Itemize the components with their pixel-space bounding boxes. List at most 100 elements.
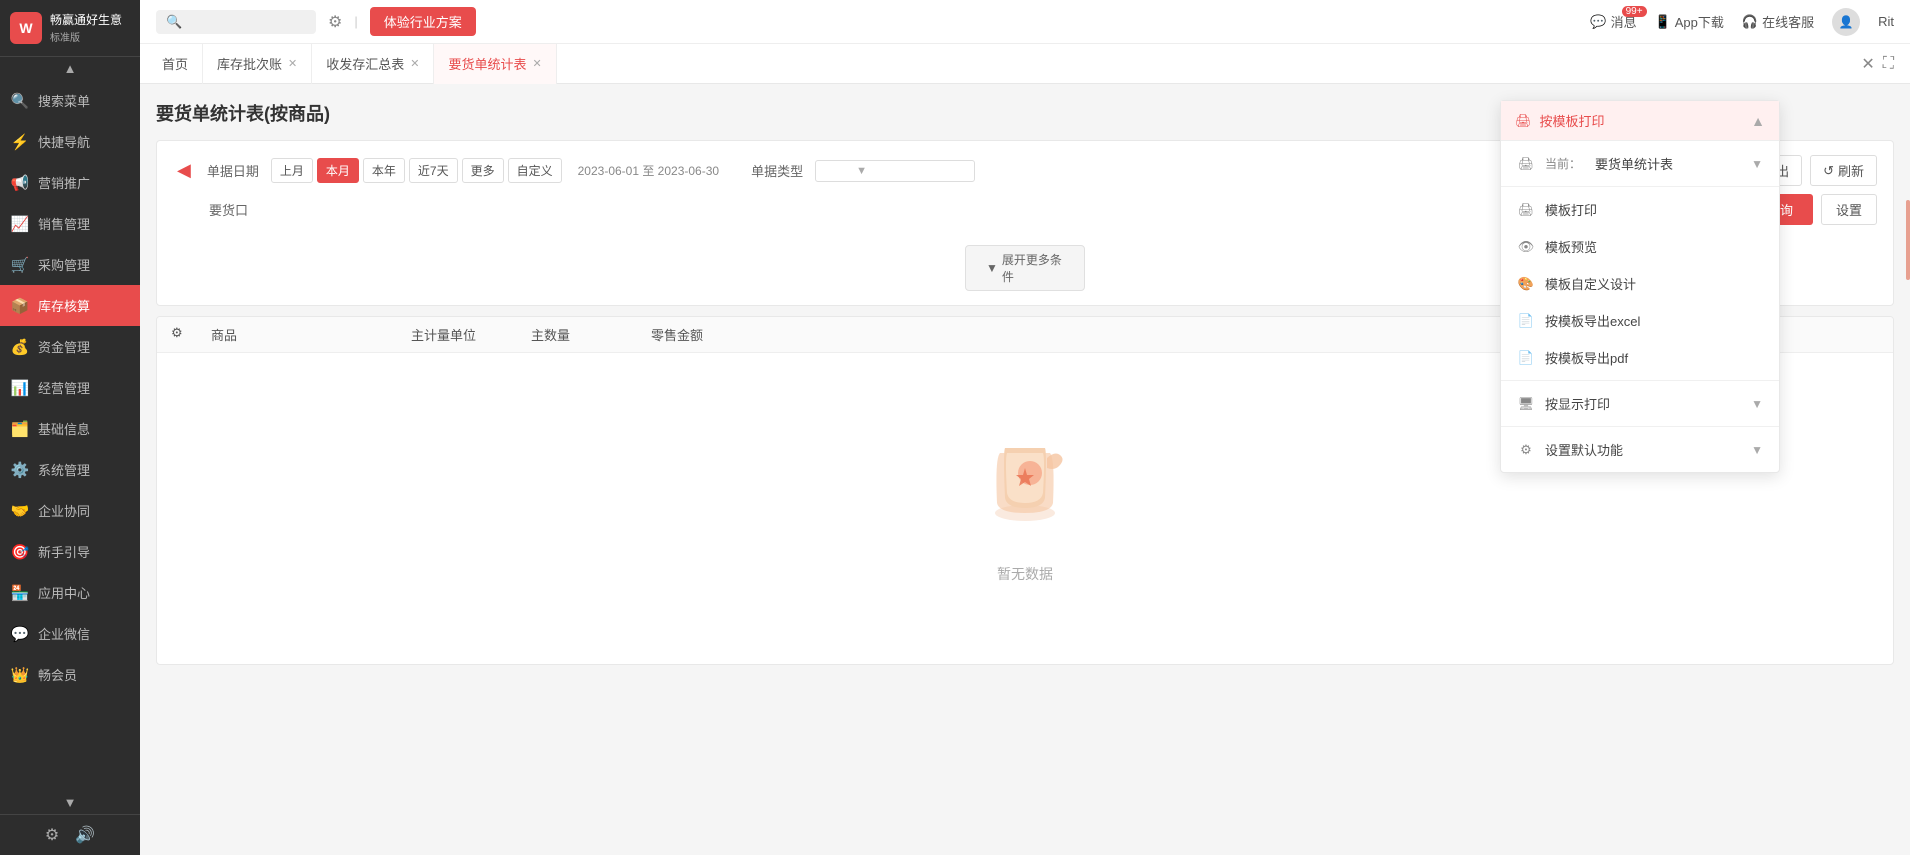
sidebar-item-system[interactable]: ⚙️ 系统管理	[0, 449, 140, 490]
sidebar-item-finance[interactable]: 💰 资金管理	[0, 326, 140, 367]
online-service-label: 在线客服	[1762, 12, 1814, 31]
user-avatar[interactable]: 👤	[1832, 8, 1860, 36]
date-btn-this-month[interactable]: 本月	[317, 158, 359, 183]
tab-order-summary[interactable]: 要货单统计表 ✕	[434, 44, 556, 84]
sidebar-item-label-finance: 资金管理	[38, 337, 90, 356]
dropdown-item-template-pdf[interactable]: 📄 按模板导出pdf	[1501, 339, 1779, 376]
sidebar-bottom: ⚙ 🔊	[0, 814, 140, 855]
tab-maximize-icon[interactable]: ⛶	[1883, 55, 1894, 73]
settings-bottom-icon[interactable]: ⚙	[45, 825, 59, 845]
tabs-bar: 首页 库存批次账 ✕ 收发存汇总表 ✕ 要货单统计表 ✕ ✕ ⛶	[140, 44, 1910, 84]
tab-home[interactable]: 首页	[148, 44, 203, 84]
order-type-select[interactable]: ▼	[815, 160, 975, 182]
messages-btn[interactable]: 💬 消息 99+	[1590, 12, 1636, 31]
wechat-nav-icon: 💬	[10, 625, 30, 643]
sidebar-item-label-purchase: 采购管理	[38, 255, 90, 274]
filter-yaohuotype-label: 要货口	[209, 200, 248, 219]
avatar-icon: 👤	[1839, 15, 1854, 29]
sidebar-item-basic[interactable]: 🗂️ 基础信息	[0, 408, 140, 449]
sidebar-logo: W 畅赢通好生意 标准版	[0, 0, 140, 57]
sidebar: W 畅赢通好生意 标准版 ▲ 🔍 搜索菜单 ⚡ 快捷导航 📢 营销推广 📈 销售…	[0, 0, 140, 855]
current-template-prefix: 当前：	[1545, 155, 1581, 172]
topbar-right: 💬 消息 99+ 📱 App下载 🎧 在线客服 👤 Rit	[1590, 8, 1894, 36]
app-download-label: App下载	[1675, 12, 1724, 31]
sidebar-item-member[interactable]: 👑 畅会员	[0, 654, 140, 695]
dropdown-item-template-print[interactable]: 🖨 模板打印	[1501, 191, 1779, 228]
app-logo-icon: W	[10, 12, 42, 44]
template-print-label: 模板打印	[1545, 200, 1597, 219]
sidebar-item-quick[interactable]: ⚡ 快捷导航	[0, 121, 140, 162]
date-btn-this-year[interactable]: 本年	[363, 158, 405, 183]
sidebar-item-newguide[interactable]: 🎯 新手引导	[0, 531, 140, 572]
date-btn-more[interactable]: 更多	[462, 158, 504, 183]
marketing-nav-icon: 📢	[10, 174, 30, 192]
tab-inventory-batch[interactable]: 库存批次账 ✕	[203, 44, 312, 84]
tab-receivable-summary-label: 收发存汇总表	[326, 54, 404, 73]
scroll-indicator[interactable]	[1906, 200, 1910, 280]
refresh-label: 刷新	[1838, 161, 1864, 180]
sidebar-item-label-enterprise: 企业协同	[38, 501, 90, 520]
date-btn-7days[interactable]: 近7天	[409, 158, 458, 183]
empty-text: 暂无数据	[997, 564, 1053, 584]
sidebar-item-search[interactable]: 🔍 搜索菜单	[0, 80, 140, 121]
display-print-icon: 🖥	[1517, 396, 1535, 412]
dropdown-item-template-preview[interactable]: 👁 模板预览	[1501, 228, 1779, 265]
refresh-button[interactable]: ↺ 刷新	[1810, 155, 1877, 186]
dropdown-header-left: 🖨 按模板打印	[1515, 111, 1605, 130]
app-name: 畅赢通好生意	[50, 12, 122, 29]
tab-inventory-batch-close[interactable]: ✕	[288, 57, 297, 70]
expand-more-btn[interactable]: ▼ 展开更多条件	[965, 245, 1085, 291]
tab-inventory-batch-label: 库存批次账	[217, 54, 282, 73]
dropdown-item-template-excel[interactable]: 📄 按模板导出excel	[1501, 302, 1779, 339]
dropdown-template-actions: 🖨 模板打印 👁 模板预览 🎨 模板自定义设计 📄 按模板导出excel 📄 按…	[1501, 187, 1779, 381]
tab-close-window-icon[interactable]: ✕	[1861, 54, 1874, 74]
app-badge: 标准版	[50, 29, 122, 44]
template-pdf-icon: 📄	[1517, 350, 1535, 366]
dropdown-close-icon[interactable]: ▲	[1751, 113, 1765, 129]
settings-button[interactable]: 设置	[1821, 194, 1877, 225]
dropdown-header: 🖨 按模板打印 ▲	[1501, 101, 1779, 141]
refresh-icon: ↺	[1823, 163, 1834, 179]
dropdown-current-template[interactable]: 🖨 当前： 要货单统计表 ▼	[1501, 145, 1779, 182]
filter-collapse-icon[interactable]: ◀	[173, 160, 195, 181]
tab-receivable-summary-close[interactable]: ✕	[410, 57, 419, 70]
topbar-gear-icon[interactable]: ⚙	[328, 12, 342, 32]
online-service-btn[interactable]: 🎧 在线客服	[1742, 12, 1814, 31]
filter-order-type-label: 单据类型	[751, 161, 803, 180]
inventory-nav-icon: 📦	[10, 297, 30, 315]
audio-bottom-icon[interactable]: 🔊	[75, 825, 95, 845]
dropdown-display-print[interactable]: 🖥 按显示打印 ▼	[1501, 385, 1779, 422]
dropdown-item-template-custom[interactable]: 🎨 模板自定义设计	[1501, 265, 1779, 302]
sidebar-item-marketing[interactable]: 📢 营销推广	[0, 162, 140, 203]
sidebar-item-enterprise[interactable]: 🤝 企业协同	[0, 490, 140, 531]
sidebar-item-inventory[interactable]: 📦 库存核算	[0, 285, 140, 326]
sidebar-item-sales[interactable]: 📈 销售管理	[0, 203, 140, 244]
sidebar-item-purchase[interactable]: 🛒 采购管理	[0, 244, 140, 285]
sidebar-nav: 🔍 搜索菜单 ⚡ 快捷导航 📢 营销推广 📈 销售管理 🛒 采购管理 📦 库存核…	[0, 80, 140, 791]
date-filter-group: 上月 本月 本年 近7天 更多 自定义	[271, 158, 562, 183]
sidebar-scroll-down[interactable]: ▼	[0, 791, 140, 814]
tab-order-summary-close[interactable]: ✕	[533, 57, 542, 70]
trial-button[interactable]: 体验行业方案	[370, 7, 476, 36]
date-btn-last-month[interactable]: 上月	[271, 158, 313, 183]
topbar-search[interactable]: 🔍	[156, 10, 316, 34]
app-download-btn[interactable]: 📱 App下载	[1655, 12, 1724, 31]
sidebar-item-operation[interactable]: 📊 经营管理	[0, 367, 140, 408]
sidebar-item-appstore[interactable]: 🏪 应用中心	[0, 572, 140, 613]
empty-icon	[975, 433, 1075, 552]
search-nav-icon: 🔍	[10, 92, 30, 110]
sidebar-item-label-search: 搜索菜单	[38, 91, 90, 110]
col-unit: 主计量单位	[411, 325, 531, 344]
current-template-arrow-icon: ▼	[1751, 157, 1763, 171]
dropdown-current-section: 🖨 当前： 要货单统计表 ▼	[1501, 141, 1779, 187]
col-product: 商品	[211, 325, 411, 344]
dropdown-set-default[interactable]: ⚙ 设置默认功能 ▼	[1501, 431, 1779, 468]
template-preview-icon: 👁	[1517, 239, 1535, 255]
tab-receivable-summary[interactable]: 收发存汇总表 ✕	[312, 44, 434, 84]
sidebar-scroll-up[interactable]: ▲	[0, 57, 140, 80]
sidebar-item-wechat[interactable]: 💬 企业微信	[0, 613, 140, 654]
purchase-nav-icon: 🛒	[10, 256, 30, 274]
col-settings[interactable]: ⚙	[171, 325, 211, 344]
date-btn-custom[interactable]: 自定义	[508, 158, 562, 183]
sidebar-item-label-newguide: 新手引导	[38, 542, 90, 561]
